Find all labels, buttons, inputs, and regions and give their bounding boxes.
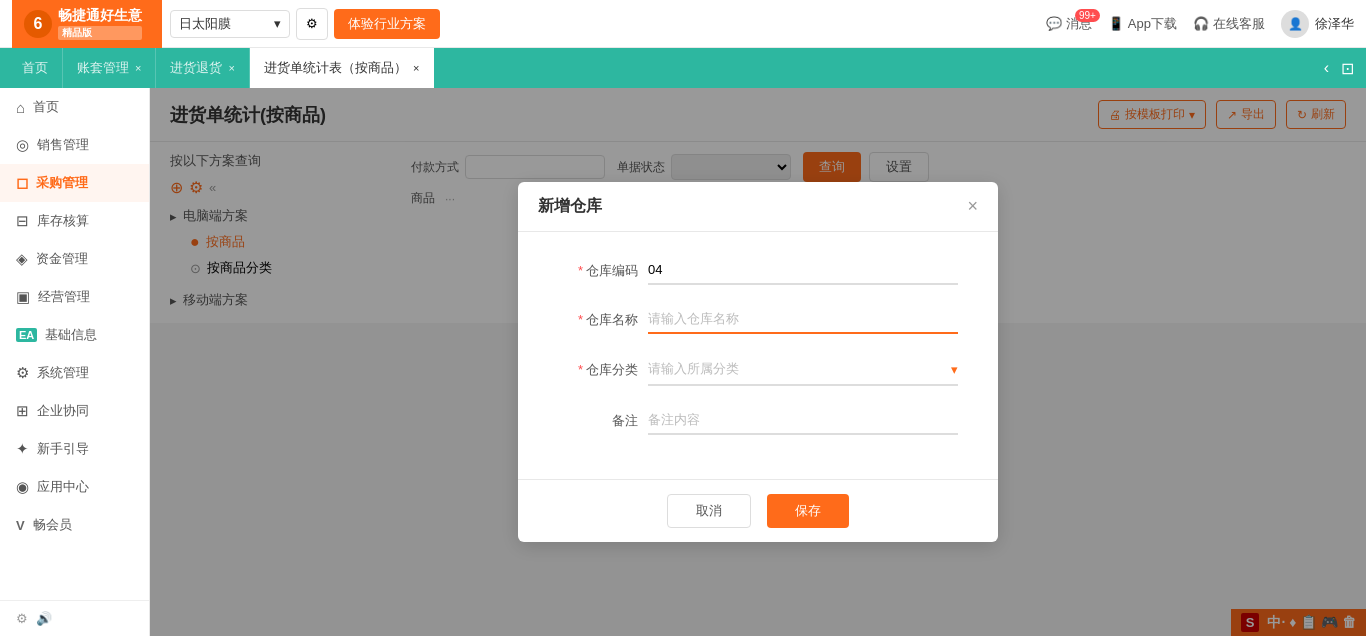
warehouse-code-label: 仓库编码 — [558, 262, 638, 280]
category-placeholder: 请输入所属分类 — [648, 360, 951, 378]
save-btn[interactable]: 保存 — [767, 494, 849, 528]
sidebar-item-enterprise[interactable]: ⊞ 企业协同 — [0, 392, 149, 430]
guide-icon: ✦ — [16, 440, 29, 458]
logo-area: 6 畅捷通好生意 精品版 — [12, 0, 162, 48]
sidebar-item-finance[interactable]: ◈ 资金管理 — [0, 240, 149, 278]
logo-text: 畅捷通好生意 精品版 — [58, 7, 142, 40]
category-dropdown-icon: ▾ — [951, 362, 958, 377]
sidebar-bottom: ⚙ 🔊 — [0, 600, 149, 636]
warehouse-code-row: 仓库编码 — [558, 256, 958, 285]
store-select[interactable]: 日太阳膜 ▾ — [170, 10, 290, 38]
chevron-down-icon: ▾ — [274, 16, 281, 31]
remark-row: 备注 — [558, 406, 958, 435]
remark-label: 备注 — [558, 412, 638, 430]
volume-icon[interactable]: 🔊 — [36, 611, 52, 626]
cancel-btn[interactable]: 取消 — [667, 494, 751, 528]
warehouse-code-input[interactable] — [648, 256, 958, 285]
sidebar-item-basic[interactable]: EA 基础信息 — [0, 316, 149, 354]
warehouse-name-input[interactable] — [648, 305, 958, 334]
tab-purchase-return[interactable]: 进货退货 × — [156, 48, 249, 88]
sidebar-item-sales[interactable]: ◎ 销售管理 — [0, 126, 149, 164]
sidebar-item-app-center[interactable]: ◉ 应用中心 — [0, 468, 149, 506]
sidebar-item-purchase[interactable]: ◻ 采购管理 — [0, 164, 149, 202]
tab-home[interactable]: 首页 — [8, 48, 63, 88]
sidebar: ⌂ 首页 ◎ 销售管理 ◻ 采购管理 ⊟ 库存核算 ◈ 资金管理 ▣ 经营管理 … — [0, 88, 150, 636]
sidebar-item-inventory[interactable]: ⊟ 库存核算 — [0, 202, 149, 240]
tab-controls: ‹ ⊡ — [1320, 59, 1358, 78]
sidebar-item-operations[interactable]: ▣ 经营管理 — [0, 278, 149, 316]
username: 徐泽华 — [1315, 15, 1354, 33]
modal-title: 新增仓库 — [538, 196, 602, 217]
sidebar-item-guide[interactable]: ✦ 新手引导 — [0, 430, 149, 468]
tab-purchase-stats[interactable]: 进货单统计表（按商品） × — [250, 48, 434, 88]
enterprise-icon: ⊞ — [16, 402, 29, 420]
tab-close-purchase-return[interactable]: × — [228, 62, 234, 74]
remark-input[interactable] — [648, 406, 958, 435]
home-icon: ⌂ — [16, 99, 25, 116]
user-area[interactable]: 👤 徐泽华 — [1281, 10, 1354, 38]
sidebar-item-home[interactable]: ⌂ 首页 — [0, 88, 149, 126]
warehouse-name-label: 仓库名称 — [558, 311, 638, 329]
tab-close-accounts[interactable]: × — [135, 62, 141, 74]
main-layout: ⌂ 首页 ◎ 销售管理 ◻ 采购管理 ⊟ 库存核算 ◈ 资金管理 ▣ 经营管理 … — [0, 88, 1366, 636]
modal-close-btn[interactable]: × — [967, 196, 978, 217]
basic-info-icon: EA — [16, 328, 37, 342]
member-icon: V — [16, 518, 25, 533]
modal-footer: 取消 保存 — [518, 479, 998, 542]
headset-icon: 🎧 — [1193, 16, 1209, 31]
warehouse-name-row: 仓库名称 — [558, 305, 958, 334]
notification-badge: 99+ — [1075, 9, 1100, 22]
modal-body: 仓库编码 仓库名称 仓库分类 请输入所属分类 ▾ — [518, 232, 998, 479]
tab-next-icon[interactable]: ⊡ — [1337, 59, 1358, 78]
warehouse-category-label: 仓库分类 — [558, 361, 638, 379]
tab-bar: 首页 账套管理 × 进货退货 × 进货单统计表（按商品） × ‹ ⊡ — [0, 48, 1366, 88]
tab-close-purchase-stats[interactable]: × — [413, 62, 419, 74]
search-area: 日太阳膜 ▾ ⚙ 体验行业方案 — [170, 8, 1038, 40]
settings-icon[interactable]: ⚙ — [296, 8, 328, 40]
operations-icon: ▣ — [16, 288, 30, 306]
experience-btn[interactable]: 体验行业方案 — [334, 9, 440, 39]
logo-title: 畅捷通好生意 — [58, 7, 142, 24]
sidebar-item-system[interactable]: ⚙ 系统管理 — [0, 354, 149, 392]
modal-overlay: 新增仓库 × 仓库编码 仓库名称 仓库分类 — [150, 88, 1366, 636]
logo-subtitle: 精品版 — [58, 26, 142, 40]
phone-icon: 📱 — [1108, 16, 1124, 31]
messages-btn[interactable]: 💬 消息 99+ — [1046, 15, 1092, 33]
message-icon: 💬 — [1046, 16, 1062, 31]
modal-header: 新增仓库 × — [518, 182, 998, 232]
tab-prev-icon[interactable]: ‹ — [1320, 59, 1333, 78]
app-download-btn[interactable]: 📱 App下载 — [1108, 15, 1177, 33]
avatar: 👤 — [1281, 10, 1309, 38]
header-right: 💬 消息 99+ 📱 App下载 🎧 在线客服 👤 徐泽华 — [1046, 10, 1354, 38]
tab-accounts[interactable]: 账套管理 × — [63, 48, 156, 88]
system-icon: ⚙ — [16, 364, 29, 382]
warehouse-category-row: 仓库分类 请输入所属分类 ▾ — [558, 354, 958, 386]
top-header: 6 畅捷通好生意 精品版 日太阳膜 ▾ ⚙ 体验行业方案 💬 消息 99+ 📱 … — [0, 0, 1366, 48]
purchase-icon: ◻ — [16, 174, 28, 192]
app-center-icon: ◉ — [16, 478, 29, 496]
warehouse-category-select[interactable]: 请输入所属分类 ▾ — [648, 354, 958, 386]
settings-bottom-icon[interactable]: ⚙ — [16, 611, 28, 626]
add-warehouse-modal: 新增仓库 × 仓库编码 仓库名称 仓库分类 — [518, 182, 998, 542]
sales-icon: ◎ — [16, 136, 29, 154]
finance-icon: ◈ — [16, 250, 28, 268]
online-service-btn[interactable]: 🎧 在线客服 — [1193, 15, 1265, 33]
logo-icon: 6 — [24, 10, 52, 38]
sidebar-item-member[interactable]: V 畅会员 — [0, 506, 149, 544]
inventory-icon: ⊟ — [16, 212, 29, 230]
content-area: 进货单统计(按商品) 🖨 按模板打印 ▾ ↗ 导出 ↻ 刷新 — [150, 88, 1366, 636]
